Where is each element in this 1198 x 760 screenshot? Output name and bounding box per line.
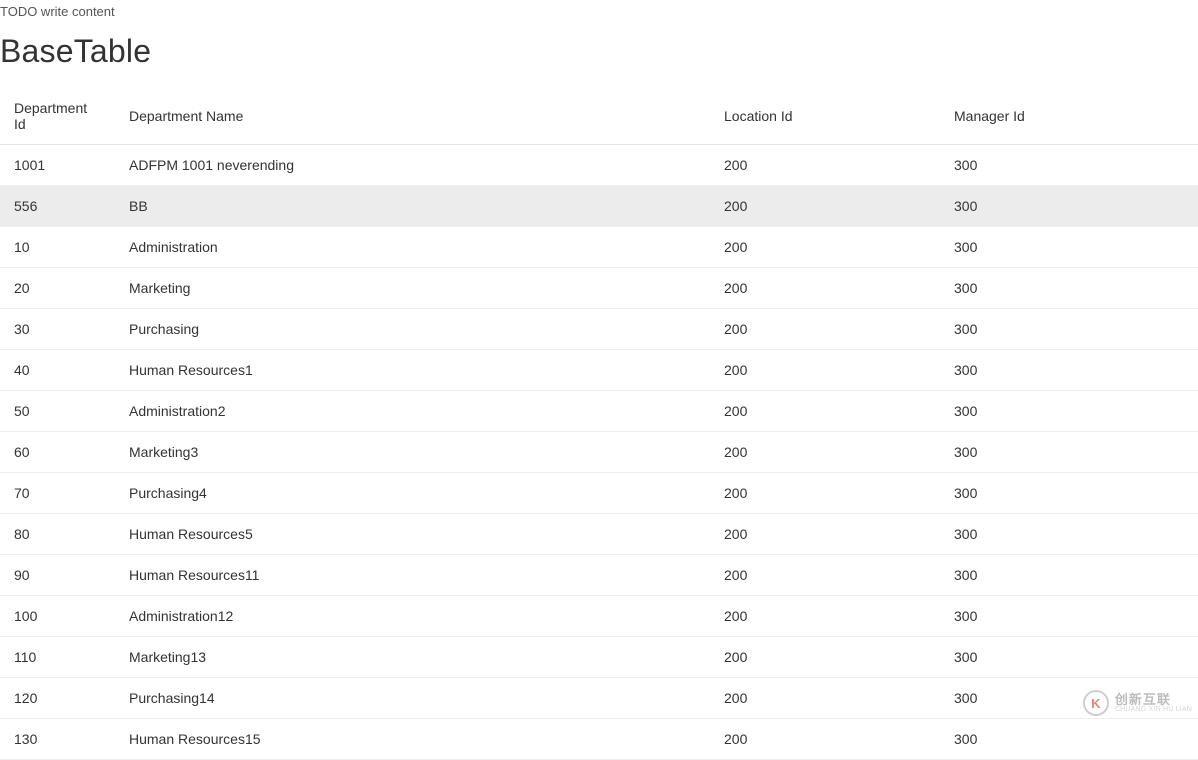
cell-dept-id: 60 [0, 432, 115, 473]
table-row[interactable]: 80Human Resources5200300 [0, 514, 1198, 555]
cell-location-id: 200 [710, 145, 940, 186]
cell-dept-id: 80 [0, 514, 115, 555]
cell-dept-name: Administration2 [115, 391, 710, 432]
cell-dept-name: Administration [115, 227, 710, 268]
cell-dept-name: BB [115, 186, 710, 227]
cell-manager-id: 300 [940, 309, 1198, 350]
table-row[interactable]: 110Marketing13200300 [0, 637, 1198, 678]
cell-manager-id: 300 [940, 227, 1198, 268]
cell-manager-id: 300 [940, 432, 1198, 473]
table-row[interactable]: 60Marketing3200300 [0, 432, 1198, 473]
table-header-row: Department Id Department Name Location I… [0, 88, 1198, 145]
cell-location-id: 200 [710, 719, 940, 760]
cell-manager-id: 300 [940, 186, 1198, 227]
table-row[interactable]: 40Human Resources1200300 [0, 350, 1198, 391]
cell-dept-name: ADFPM 1001 neverending [115, 145, 710, 186]
cell-location-id: 200 [710, 227, 940, 268]
cell-location-id: 200 [710, 514, 940, 555]
table-row[interactable]: 100Administration12200300 [0, 596, 1198, 637]
cell-location-id: 200 [710, 678, 940, 719]
table-row[interactable]: 70Purchasing4200300 [0, 473, 1198, 514]
cell-dept-id: 1001 [0, 145, 115, 186]
cell-manager-id: 300 [940, 514, 1198, 555]
cell-dept-name: Purchasing [115, 309, 710, 350]
table-row[interactable]: 130Human Resources15200300 [0, 719, 1198, 760]
cell-dept-id: 110 [0, 637, 115, 678]
cell-manager-id: 300 [940, 473, 1198, 514]
table-row[interactable]: 30Purchasing200300 [0, 309, 1198, 350]
cell-location-id: 200 [710, 637, 940, 678]
cell-dept-id: 70 [0, 473, 115, 514]
cell-dept-name: Administration12 [115, 596, 710, 637]
cell-dept-name: Human Resources5 [115, 514, 710, 555]
departments-table: Department Id Department Name Location I… [0, 88, 1198, 760]
cell-manager-id: 300 [940, 719, 1198, 760]
cell-dept-id: 20 [0, 268, 115, 309]
cell-dept-id: 100 [0, 596, 115, 637]
cell-dept-id: 120 [0, 678, 115, 719]
cell-dept-name: Marketing13 [115, 637, 710, 678]
table-row[interactable]: 90Human Resources11200300 [0, 555, 1198, 596]
table-row[interactable]: 50Administration2200300 [0, 391, 1198, 432]
cell-location-id: 200 [710, 350, 940, 391]
cell-dept-id: 556 [0, 186, 115, 227]
cell-dept-name: Human Resources11 [115, 555, 710, 596]
cell-location-id: 200 [710, 391, 940, 432]
col-header-dept-name[interactable]: Department Name [115, 88, 710, 145]
table-row[interactable]: 10Administration200300 [0, 227, 1198, 268]
cell-dept-id: 40 [0, 350, 115, 391]
col-header-location-id[interactable]: Location Id [710, 88, 940, 145]
cell-dept-name: Marketing3 [115, 432, 710, 473]
table-row[interactable]: 556BB200300 [0, 186, 1198, 227]
cell-dept-id: 30 [0, 309, 115, 350]
cell-manager-id: 300 [940, 637, 1198, 678]
cell-dept-id: 130 [0, 719, 115, 760]
cell-location-id: 200 [710, 186, 940, 227]
cell-dept-name: Human Resources15 [115, 719, 710, 760]
todo-text: TODO write content [0, 0, 1198, 19]
cell-location-id: 200 [710, 596, 940, 637]
col-header-dept-id[interactable]: Department Id [0, 88, 115, 145]
cell-dept-name: Human Resources1 [115, 350, 710, 391]
cell-manager-id: 300 [940, 391, 1198, 432]
cell-dept-name: Purchasing14 [115, 678, 710, 719]
page-title: BaseTable [0, 33, 1198, 70]
cell-manager-id: 300 [940, 268, 1198, 309]
cell-manager-id: 300 [940, 145, 1198, 186]
cell-dept-id: 50 [0, 391, 115, 432]
cell-dept-name: Marketing [115, 268, 710, 309]
table-row[interactable]: 20Marketing200300 [0, 268, 1198, 309]
cell-location-id: 200 [710, 432, 940, 473]
cell-location-id: 200 [710, 473, 940, 514]
cell-location-id: 200 [710, 309, 940, 350]
cell-dept-id: 90 [0, 555, 115, 596]
cell-manager-id: 300 [940, 555, 1198, 596]
cell-manager-id: 300 [940, 596, 1198, 637]
cell-dept-id: 10 [0, 227, 115, 268]
cell-manager-id: 300 [940, 678, 1198, 719]
cell-dept-name: Purchasing4 [115, 473, 710, 514]
cell-location-id: 200 [710, 555, 940, 596]
col-header-manager-id[interactable]: Manager Id [940, 88, 1198, 145]
table-row[interactable]: 1001ADFPM 1001 neverending200300 [0, 145, 1198, 186]
cell-location-id: 200 [710, 268, 940, 309]
table-row[interactable]: 120Purchasing14200300 [0, 678, 1198, 719]
cell-manager-id: 300 [940, 350, 1198, 391]
